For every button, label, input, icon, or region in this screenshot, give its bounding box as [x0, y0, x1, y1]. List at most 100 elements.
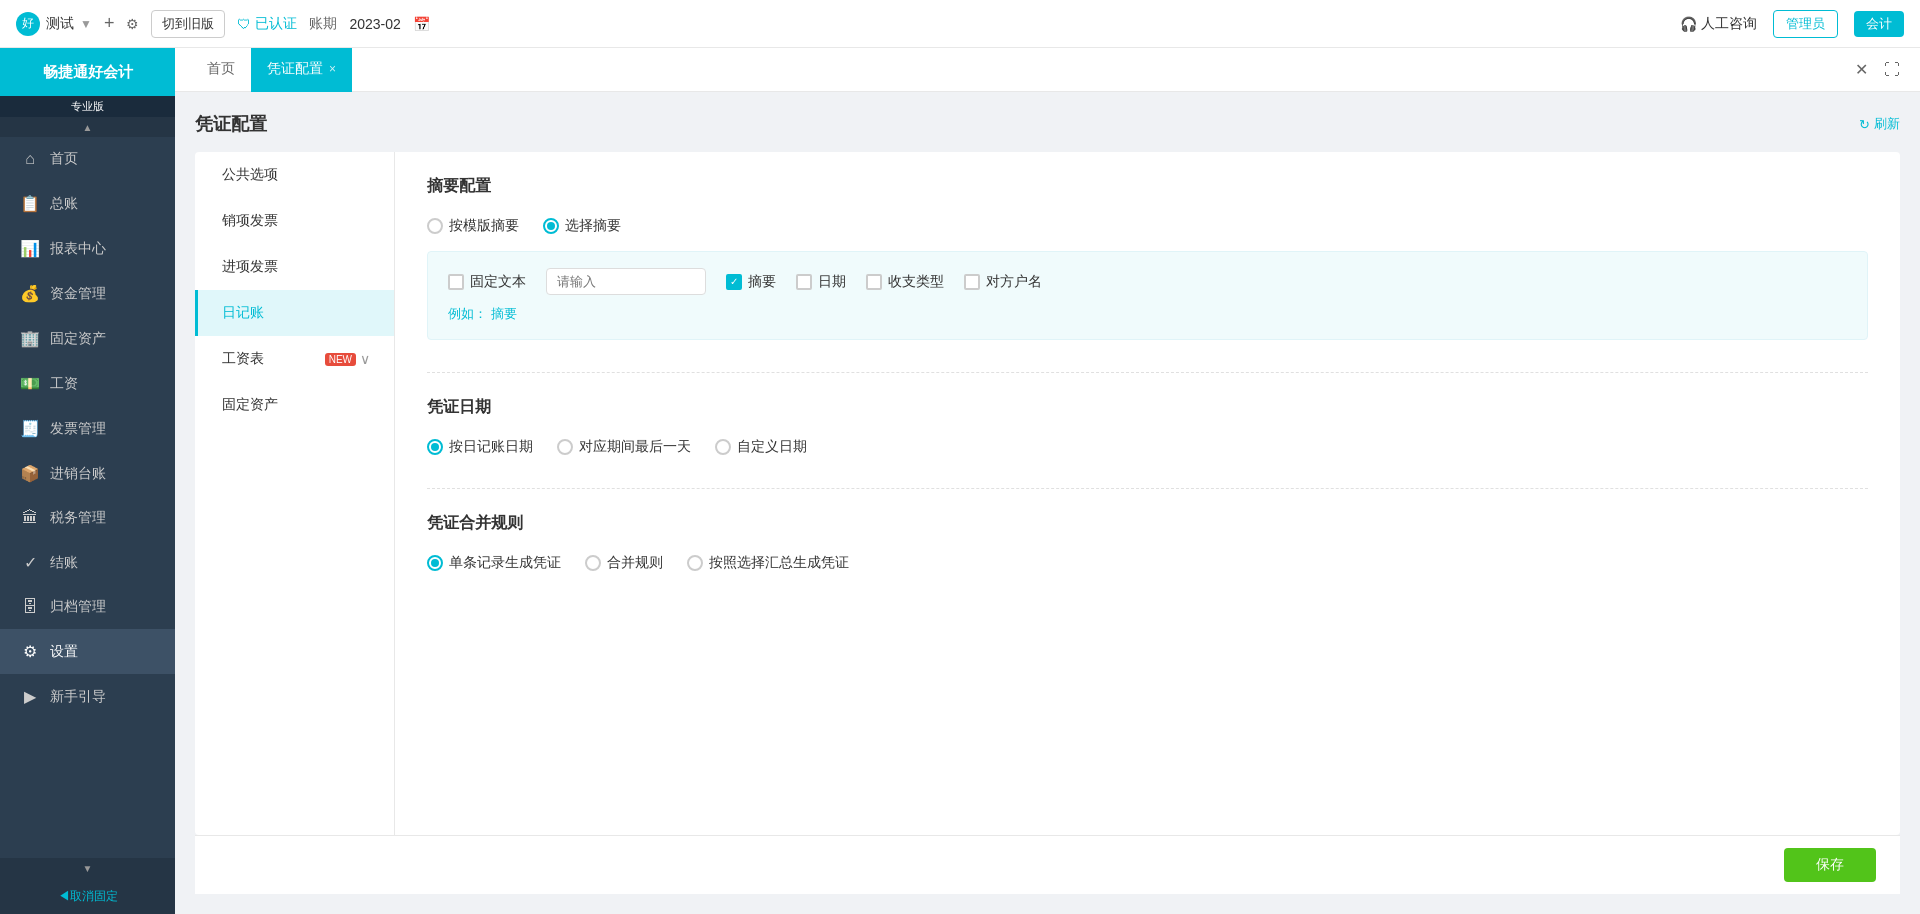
radio-custom-date-icon	[715, 439, 731, 455]
topbar-right: 🎧 人工咨询 管理员 会计	[1680, 10, 1904, 38]
settings-icon: ⚙	[20, 642, 40, 661]
page-title-row: 凭证配置 ↻ 刷新	[195, 112, 1900, 136]
sidebar-item-asset[interactable]: 🏢 固定资产	[0, 316, 175, 361]
left-nav-fixed-asset[interactable]: 固定资产	[195, 382, 394, 428]
sidebar-item-ledger[interactable]: 📋 总账	[0, 181, 175, 226]
radio-template-summary[interactable]: 按模版摘要	[427, 217, 519, 235]
sidebar: 畅捷通好会计 专业版 ▲ ⌂ 首页 📋 总账 📊 报表中心 💰	[0, 48, 175, 914]
company-name: 测试	[46, 15, 74, 33]
settlement-icon: ✓	[20, 553, 40, 572]
radio-merge-rule-icon	[585, 555, 601, 571]
checkbox-fixed-text[interactable]: 固定文本	[448, 273, 526, 291]
left-nav: 公共选项 销项发票 进项发票 日记账 工资表	[195, 152, 395, 835]
report-icon: 📊	[20, 239, 40, 258]
radio-select-summary[interactable]: 选择摘要	[543, 217, 621, 235]
switch-version-button[interactable]: 切到旧版	[151, 10, 225, 38]
radio-journal-date[interactable]: 按日记账日期	[427, 438, 533, 456]
checkbox-income-type[interactable]: 收支类型	[866, 273, 944, 291]
asset-icon: 🏢	[20, 329, 40, 348]
sidebar-item-fund[interactable]: 💰 资金管理	[0, 271, 175, 316]
certified-badge: 🛡 已认证	[237, 15, 297, 33]
checkbox-income-type-box	[866, 274, 882, 290]
sidebar-item-invoice[interactable]: 🧾 发票管理	[0, 406, 175, 451]
checkbox-summary[interactable]: ✓ 摘要	[726, 273, 776, 291]
invoice-icon: 🧾	[20, 419, 40, 438]
tab-voucher-config[interactable]: 凭证配置 ×	[251, 48, 352, 92]
sidebar-item-guide[interactable]: ▶ 新手引导	[0, 674, 175, 719]
page-content: 凭证配置 ↻ 刷新 公共选项 销项发票 进项发票	[175, 92, 1920, 914]
fund-icon: 💰	[20, 284, 40, 303]
radio-select-merge[interactable]: 按照选择汇总生成凭证	[687, 554, 849, 572]
company-icon: 好	[16, 12, 40, 36]
admin-button[interactable]: 管理员	[1773, 10, 1838, 38]
sidebar-item-label-settlement: 结账	[50, 554, 78, 572]
archive-icon: 🗄	[20, 598, 40, 616]
consult-button[interactable]: 🎧 人工咨询	[1680, 15, 1757, 33]
radio-journal-date-icon	[427, 439, 443, 455]
chevron-down-icon: ∨	[360, 351, 370, 367]
main-layout: 畅捷通好会计 专业版 ▲ ⌂ 首页 📋 总账 📊 报表中心 💰	[0, 48, 1920, 914]
headset-icon: 🎧	[1680, 16, 1697, 32]
period-label: 账期	[309, 15, 337, 33]
content-area: 首页 凭证配置 × ✕ ⛶ 凭证配置 ↻ 刷新	[175, 48, 1920, 914]
sidebar-item-sales[interactable]: 📦 进销台账	[0, 451, 175, 496]
content-card: 公共选项 销项发票 进项发票 日记账 工资表	[195, 152, 1900, 835]
sidebar-item-label-asset: 固定资产	[50, 330, 106, 348]
period-value: 2023-02	[349, 16, 400, 32]
sidebar-item-label-sales: 进销台账	[50, 465, 106, 483]
date-section: 凭证日期 按日记账日期 对应期间最后一天	[427, 397, 1868, 456]
merge-title: 凭证合并规则	[427, 513, 1868, 534]
add-icon[interactable]: +	[104, 13, 115, 34]
tab-bar-actions: ✕ ⛶	[1851, 56, 1904, 83]
pin-button[interactable]: ◀取消固定	[0, 878, 175, 914]
radio-custom-date[interactable]: 自定义日期	[715, 438, 807, 456]
scroll-down-btn[interactable]: ▼	[0, 858, 175, 878]
scroll-up-btn[interactable]: ▲	[0, 117, 175, 137]
left-nav-sales-invoice[interactable]: 销项发票	[195, 198, 394, 244]
radio-period-last[interactable]: 对应期间最后一天	[557, 438, 691, 456]
sidebar-item-report[interactable]: 📊 报表中心	[0, 226, 175, 271]
radio-select-icon	[543, 218, 559, 234]
right-panel: 摘要配置 按模版摘要 选择摘要	[395, 152, 1900, 835]
summary-options-box: 固定文本 ✓ 摘要 日期	[427, 251, 1868, 340]
checkbox-date[interactable]: 日期	[796, 273, 846, 291]
sidebar-item-salary[interactable]: 💵 工资	[0, 361, 175, 406]
refresh-button[interactable]: ↻ 刷新	[1859, 115, 1900, 133]
checkbox-row: 固定文本 ✓ 摘要 日期	[448, 268, 1847, 295]
radio-single-record[interactable]: 单条记录生成凭证	[427, 554, 561, 572]
sidebar-item-archive[interactable]: 🗄 归档管理	[0, 585, 175, 629]
radio-single-record-icon	[427, 555, 443, 571]
left-nav-payroll[interactable]: 工资表 NEW ∨	[195, 336, 394, 382]
sidebar-item-label-guide: 新手引导	[50, 688, 106, 706]
checkbox-counterparty-box	[964, 274, 980, 290]
checkbox-counterparty[interactable]: 对方户名	[964, 273, 1042, 291]
date-title: 凭证日期	[427, 397, 1868, 418]
example-text: 例如： 摘要	[448, 305, 1847, 323]
company-selector[interactable]: 好 测试 ▼	[16, 12, 92, 36]
tab-home[interactable]: 首页	[191, 48, 251, 92]
sidebar-item-home[interactable]: ⌂ 首页	[0, 137, 175, 181]
left-nav-public[interactable]: 公共选项	[195, 152, 394, 198]
radio-select-merge-icon	[687, 555, 703, 571]
left-nav-purchase-invoice[interactable]: 进项发票	[195, 244, 394, 290]
home-icon: ⌂	[20, 150, 40, 168]
accountant-button[interactable]: 会计	[1854, 11, 1904, 37]
left-nav-journal[interactable]: 日记账	[195, 290, 394, 336]
new-badge: NEW	[325, 353, 356, 366]
tab-close-icon[interactable]: ×	[329, 62, 336, 76]
expand-button[interactable]: ⛶	[1880, 57, 1904, 83]
radio-merge-rule[interactable]: 合并规则	[585, 554, 663, 572]
calendar-icon[interactable]: 📅	[413, 16, 430, 32]
sidebar-item-label-tax: 税务管理	[50, 509, 106, 527]
sidebar-item-label-salary: 工资	[50, 375, 78, 393]
fixed-text-input[interactable]	[546, 268, 706, 295]
sidebar-item-settings[interactable]: ⚙ 设置	[0, 629, 175, 674]
close-panel-button[interactable]: ✕	[1851, 56, 1872, 83]
guide-icon: ▶	[20, 687, 40, 706]
sidebar-item-settlement[interactable]: ✓ 结账	[0, 540, 175, 585]
save-button[interactable]: 保存	[1784, 848, 1876, 882]
sidebar-item-label-ledger: 总账	[50, 195, 78, 213]
radio-template-icon	[427, 218, 443, 234]
gear-icon[interactable]: ⚙	[126, 16, 139, 32]
sidebar-item-tax[interactable]: 🏛 税务管理	[0, 496, 175, 540]
